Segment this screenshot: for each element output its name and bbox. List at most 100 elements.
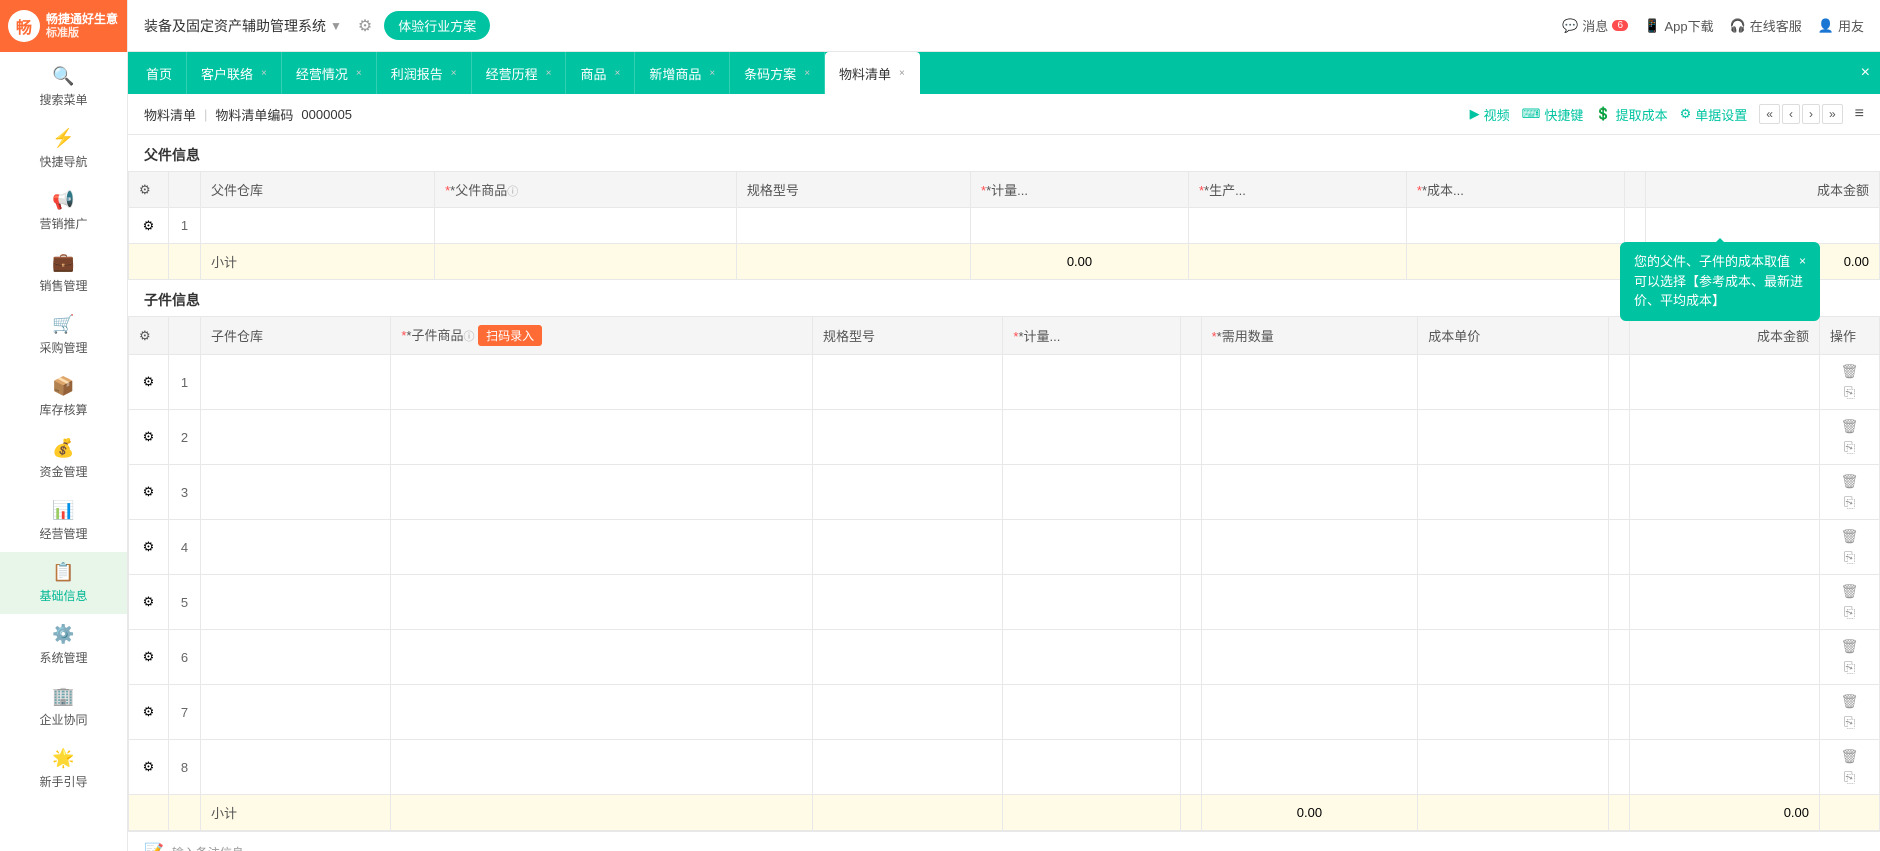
tab-operations[interactable]: 经营情况 × <box>282 52 377 94</box>
sidebar-item-finance[interactable]: 💰 资金管理 <box>0 428 127 490</box>
next-page-button[interactable]: › <box>1802 104 1820 124</box>
tooltip-close-button[interactable]: × <box>1799 252 1806 270</box>
child-warehouse-cell[interactable] <box>201 355 391 410</box>
child-unit-cell[interactable] <box>1003 465 1180 520</box>
copy-row-button[interactable]: ⎘ <box>1840 657 1859 678</box>
delete-row-button[interactable]: 🗑 <box>1837 526 1863 547</box>
trial-button[interactable]: 体验行业方案 <box>384 11 490 40</box>
tab-close-icon[interactable]: × <box>614 68 620 79</box>
sidebar-item-basic[interactable]: 📋 基础信息 <box>0 552 127 614</box>
first-page-button[interactable]: « <box>1759 104 1780 124</box>
parent-spec-cell[interactable] <box>736 208 970 244</box>
tab-profit[interactable]: 利润报告 × <box>377 52 472 94</box>
parent-cost-cell[interactable] <box>1406 208 1624 244</box>
delete-row-button[interactable]: 🗑 <box>1837 691 1863 712</box>
delete-row-button[interactable]: 🗑 <box>1837 636 1863 657</box>
child-unit-cost-cell[interactable] <box>1418 575 1608 630</box>
child-unit-cell[interactable] <box>1003 630 1180 685</box>
delete-row-button[interactable]: 🗑 <box>1837 416 1863 437</box>
tab-close-icon[interactable]: × <box>709 68 715 79</box>
sidebar-item-quicknav[interactable]: ⚡ 快捷导航 <box>0 118 127 180</box>
sidebar-item-inventory[interactable]: 📦 库存核算 <box>0 366 127 428</box>
parent-production-cell[interactable] <box>1188 208 1406 244</box>
tab-barcode[interactable]: 条码方案 × <box>730 52 825 94</box>
tab-close-icon[interactable]: × <box>451 68 457 79</box>
delete-row-button[interactable]: 🗑 <box>1837 746 1863 767</box>
child-required-qty-cell[interactable] <box>1201 740 1418 795</box>
sidebar-item-system[interactable]: ⚙️ 系统管理 <box>0 614 127 676</box>
child-spec-cell[interactable] <box>813 630 1003 685</box>
tab-close-icon[interactable]: × <box>356 68 362 79</box>
sidebar-item-marketing[interactable]: 📢 营销推广 <box>0 180 127 242</box>
child-warehouse-cell[interactable] <box>201 465 391 520</box>
child-required-qty-cell[interactable] <box>1201 355 1418 410</box>
tab-close-icon[interactable]: × <box>261 68 267 79</box>
child-required-qty-cell[interactable] <box>1201 520 1418 575</box>
child-warehouse-cell[interactable] <box>201 575 391 630</box>
child-unit-cell[interactable] <box>1003 575 1180 630</box>
child-spec-cell[interactable] <box>813 410 1003 465</box>
child-required-qty-cell[interactable] <box>1201 465 1418 520</box>
sidebar-item-operations[interactable]: 📊 经营管理 <box>0 490 127 552</box>
child-unit-cost-cell[interactable] <box>1418 355 1608 410</box>
child-unit-cell[interactable] <box>1003 355 1180 410</box>
child-spec-cell[interactable] <box>813 575 1003 630</box>
online-service-button[interactable]: 🎧 在线客服 <box>1730 16 1802 35</box>
parent-product-cell[interactable] <box>435 208 737 244</box>
copy-row-button[interactable]: ⎘ <box>1840 492 1859 513</box>
get-cost-button[interactable]: 💲 提取成本 <box>1595 105 1667 124</box>
child-product-cell[interactable] <box>391 740 813 795</box>
child-warehouse-cell[interactable] <box>201 520 391 575</box>
copy-row-button[interactable]: ⎘ <box>1840 437 1859 458</box>
child-warehouse-cell[interactable] <box>201 740 391 795</box>
copy-row-button[interactable]: ⎘ <box>1840 382 1859 403</box>
child-required-qty-cell[interactable] <box>1201 630 1418 685</box>
tab-goods[interactable]: 商品 × <box>566 52 635 94</box>
tab-home[interactable]: 首页 <box>132 52 187 94</box>
child-spec-cell[interactable] <box>813 520 1003 575</box>
child-unit-cost-cell[interactable] <box>1418 410 1608 465</box>
child-product-cell[interactable] <box>391 355 813 410</box>
tab-close-icon[interactable]: × <box>804 68 810 79</box>
child-unit-cost-cell[interactable] <box>1418 685 1608 740</box>
parent-unit-cell[interactable] <box>971 208 1189 244</box>
child-product-cell[interactable] <box>391 520 813 575</box>
child-required-qty-cell[interactable] <box>1201 575 1418 630</box>
child-spec-cell[interactable] <box>813 355 1003 410</box>
child-product-cell[interactable] <box>391 630 813 685</box>
child-spec-cell[interactable] <box>813 685 1003 740</box>
child-unit-cost-cell[interactable] <box>1418 740 1608 795</box>
tab-close-icon[interactable]: × <box>546 68 552 79</box>
single-setting-button[interactable]: ⚙ 单据设置 <box>1680 105 1748 124</box>
child-required-qty-cell[interactable] <box>1201 685 1418 740</box>
tab-new-goods[interactable]: 新增商品 × <box>635 52 730 94</box>
child-warehouse-cell[interactable] <box>201 685 391 740</box>
tab-history[interactable]: 经营历程 × <box>472 52 567 94</box>
copy-row-button[interactable]: ⎘ <box>1840 602 1859 623</box>
child-unit-cost-cell[interactable] <box>1418 465 1608 520</box>
child-product-cell[interactable] <box>391 685 813 740</box>
child-unit-cell[interactable] <box>1003 520 1180 575</box>
child-required-qty-cell[interactable] <box>1201 410 1418 465</box>
parent-warehouse-cell[interactable] <box>201 208 435 244</box>
sidebar-item-enterprise[interactable]: 🏢 企业协同 <box>0 676 127 738</box>
delete-row-button[interactable]: 🗑 <box>1837 581 1863 602</box>
tab-customer[interactable]: 客户联络 × <box>187 52 282 94</box>
prev-page-button[interactable]: ‹ <box>1782 104 1800 124</box>
sidebar-item-guide[interactable]: 🌟 新手引导 <box>0 738 127 800</box>
app-download-button[interactable]: 📱 App下载 <box>1644 16 1713 35</box>
settings-icon[interactable]: ⚙ <box>358 16 372 36</box>
copy-row-button[interactable]: ⎘ <box>1840 547 1859 568</box>
child-product-cell[interactable] <box>391 410 813 465</box>
sidebar-item-purchase[interactable]: 🛒 采购管理 <box>0 304 127 366</box>
child-unit-cell[interactable] <box>1003 410 1180 465</box>
scan-input-button[interactable]: 扫码录入 <box>478 325 542 346</box>
delete-row-button[interactable]: 🗑 <box>1837 361 1863 382</box>
nav-close-all-button[interactable]: × <box>1851 52 1880 94</box>
child-spec-cell[interactable] <box>813 465 1003 520</box>
copy-row-button[interactable]: ⎘ <box>1840 767 1859 788</box>
last-page-button[interactable]: » <box>1822 104 1843 124</box>
tab-bom[interactable]: 物料清单 × <box>825 52 920 94</box>
child-product-cell[interactable] <box>391 465 813 520</box>
child-unit-cell[interactable] <box>1003 740 1180 795</box>
